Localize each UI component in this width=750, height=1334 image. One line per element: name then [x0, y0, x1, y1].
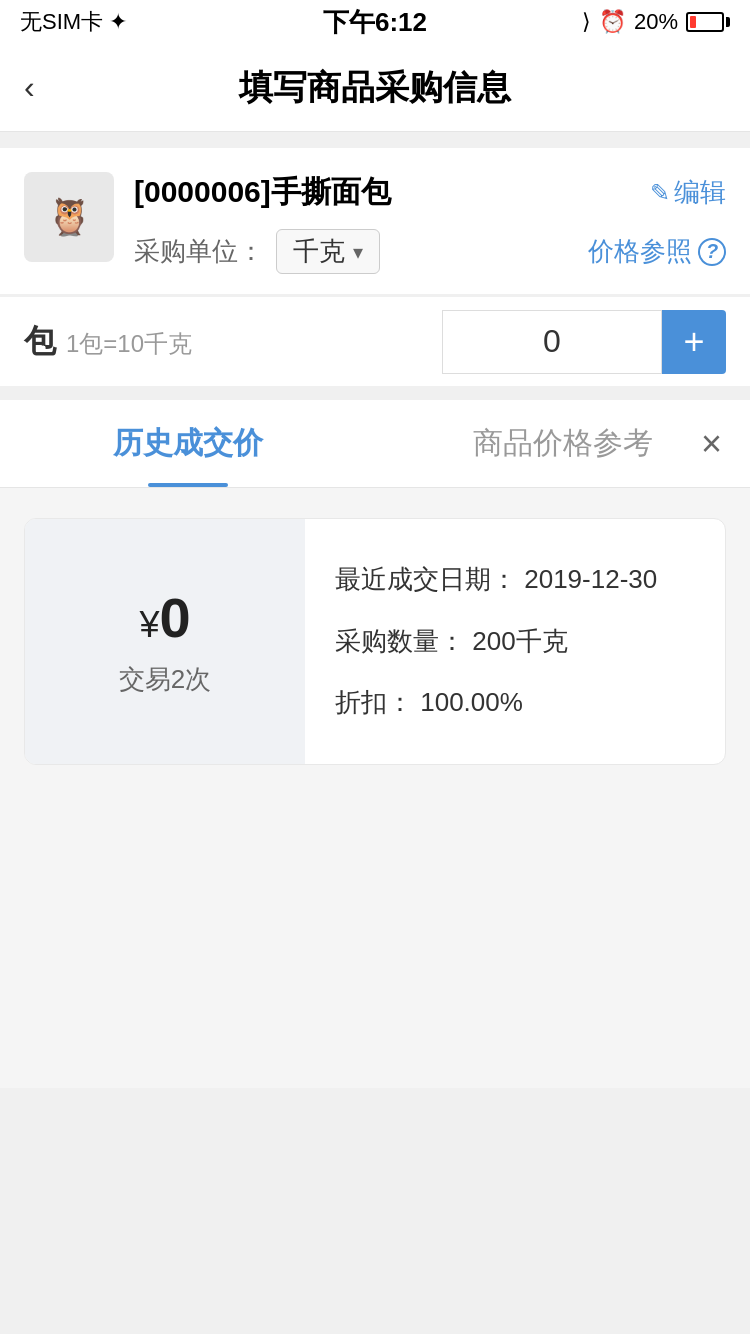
purchase-qty-label: 采购数量： [335, 626, 465, 656]
quantity-unit: 包 [24, 320, 56, 364]
price-reference-button[interactable]: 价格参照 ? [588, 234, 726, 269]
tab-close-button[interactable]: × [701, 426, 722, 462]
edit-icon: ✎ [650, 179, 670, 207]
discount-row: 折扣： 100.00% [335, 682, 695, 724]
product-card: 🦉 [0000006]手撕面包 ✎ 编辑 采购单位： 千克 ▾ [0, 148, 750, 294]
unit-selector[interactable]: 千克 ▾ [276, 229, 380, 274]
section-divider [0, 386, 750, 400]
currency-symbol: ¥ [139, 604, 159, 645]
battery-icon [686, 12, 730, 32]
product-thumbnail: 🦉 [24, 172, 114, 262]
quantity-input[interactable] [442, 310, 662, 374]
alarm-icon: ⏰ [599, 9, 626, 35]
purchase-qty-row: 采购数量： 200千克 [335, 621, 695, 663]
quantity-plus-button[interactable]: + [662, 310, 726, 374]
back-button[interactable]: ‹ [24, 69, 35, 106]
unit-value: 千克 [293, 234, 345, 269]
status-left: 无SIM卡 ✦ [20, 7, 127, 37]
price-details: 最近成交日期： 2019-12-30 采购数量： 200千克 折扣： 100.0… [305, 519, 725, 764]
tab-bar: 历史成交价 商品价格参考 × [0, 400, 750, 488]
status-right: ⟩ ⏰ 20% [582, 9, 730, 35]
recent-date-value: 2019-12-30 [524, 564, 657, 594]
tab-active-indicator [148, 483, 228, 487]
edit-button[interactable]: ✎ 编辑 [650, 175, 726, 210]
tab-history-price-label: 历史成交价 [113, 423, 263, 464]
quantity-section: 包 1包=10千克 + [0, 296, 750, 386]
quantity-label-area: 包 1包=10千克 [24, 320, 192, 364]
trade-count: 交易2次 [119, 662, 211, 697]
product-logo-icon: 🦉 [47, 196, 92, 238]
page-title: 填写商品采购信息 [239, 65, 511, 111]
carrier-text: 无SIM卡 ✦ [20, 7, 127, 37]
price-summary: ¥0 交易2次 [25, 519, 305, 764]
purchase-qty-value: 200千克 [472, 626, 567, 656]
recent-date-row: 最近成交日期： 2019-12-30 [335, 559, 695, 601]
battery-percent: 20% [634, 9, 678, 35]
location-icon: ⟩ [582, 9, 591, 35]
status-bar: 无SIM卡 ✦ 下午6:12 ⟩ ⏰ 20% [0, 0, 750, 44]
dropdown-arrow-icon: ▾ [353, 240, 363, 264]
recent-date-label: 最近成交日期： [335, 564, 517, 594]
content-area: ¥0 交易2次 最近成交日期： 2019-12-30 采购数量： 200千克 折… [0, 488, 750, 1088]
product-name: [0000006]手撕面包 [134, 172, 391, 213]
price-ref-label: 价格参照 [588, 234, 692, 269]
conversion-text: 1包=10千克 [66, 328, 192, 360]
product-info: [0000006]手撕面包 ✎ 编辑 采购单位： 千克 ▾ 价格参照 ? [134, 172, 726, 274]
tab-price-reference[interactable]: 商品价格参考 [375, 400, 750, 487]
discount-value: 100.00% [420, 687, 523, 717]
discount-label: 折扣： [335, 687, 413, 717]
tab-history-price[interactable]: 历史成交价 [0, 400, 375, 487]
info-icon: ? [698, 238, 726, 266]
quantity-input-area: + [442, 310, 726, 374]
tab-price-reference-label: 商品价格参考 [473, 423, 653, 464]
status-time: 下午6:12 [323, 5, 427, 40]
price-amount: ¥0 [139, 585, 190, 650]
nav-bar: ‹ 填写商品采购信息 [0, 44, 750, 132]
purchase-unit-label: 采购单位： [134, 234, 264, 269]
price-card: ¥0 交易2次 最近成交日期： 2019-12-30 采购数量： 200千克 折… [24, 518, 726, 765]
